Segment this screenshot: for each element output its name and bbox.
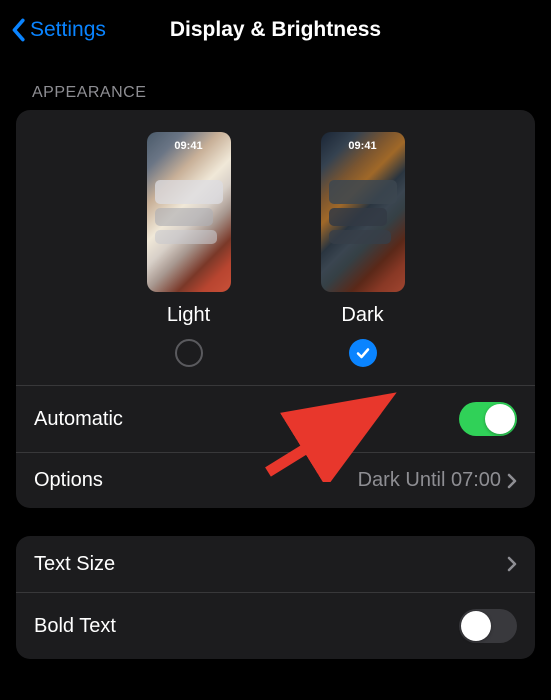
text-size-label: Text Size <box>34 553 115 576</box>
back-button[interactable]: Settings <box>10 18 106 42</box>
appearance-header: Appearance <box>0 56 551 110</box>
bold-text-label: Bold Text <box>34 615 116 638</box>
checkmark-icon <box>355 345 371 361</box>
back-label: Settings <box>30 18 106 42</box>
text-size-row[interactable]: Text Size <box>16 536 535 592</box>
dark-label: Dark <box>341 304 383 327</box>
text-card: Text Size Bold Text <box>16 536 535 659</box>
dark-mode-preview: 09:41 <box>321 132 405 292</box>
bold-text-row: Bold Text <box>16 592 535 659</box>
preview-time: 09:41 <box>348 140 376 152</box>
light-label: Light <box>167 304 210 327</box>
dark-radio-checked[interactable] <box>349 339 377 367</box>
chevron-right-icon <box>507 556 517 572</box>
options-label: Options <box>34 469 103 492</box>
chevron-right-icon <box>507 473 517 489</box>
light-mode-preview: 09:41 <box>147 132 231 292</box>
automatic-row: Automatic <box>16 385 535 452</box>
page-title: Display & Brightness <box>170 18 381 42</box>
preview-time: 09:41 <box>174 140 202 152</box>
bold-text-toggle[interactable] <box>459 609 517 643</box>
options-value: Dark Until 07:00 <box>358 469 517 492</box>
appearance-options: 09:41 Light 09:41 Dark <box>16 110 535 385</box>
chevron-left-icon <box>10 18 26 42</box>
light-radio-unchecked[interactable] <box>175 339 203 367</box>
navigation-bar: Settings Display & Brightness <box>0 0 551 56</box>
appearance-option-light[interactable]: 09:41 Light <box>147 132 231 367</box>
appearance-option-dark[interactable]: 09:41 Dark <box>321 132 405 367</box>
options-row[interactable]: Options Dark Until 07:00 <box>16 452 535 508</box>
automatic-label: Automatic <box>34 408 123 431</box>
automatic-toggle[interactable] <box>459 402 517 436</box>
appearance-card: 09:41 Light 09:41 Dark Automa <box>16 110 535 508</box>
